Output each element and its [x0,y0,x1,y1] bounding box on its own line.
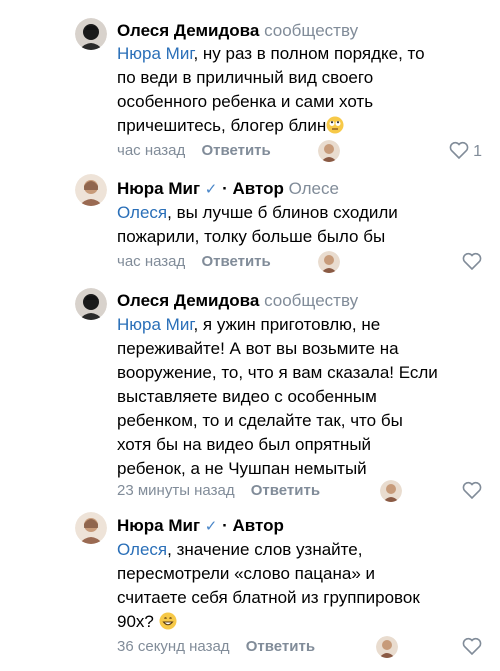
comment-text: Олеся, значение слов узнайте, пересмотре… [117,538,487,634]
grinning-face-icon [159,612,177,630]
mention-link[interactable]: Олеся [117,203,167,222]
avatar[interactable] [75,174,107,206]
author-name[interactable]: Олеся Демидова [117,291,259,310]
author-like-avatar [318,251,340,273]
like-count: 1 [473,143,482,160]
author-name[interactable]: Олеся Демидова [117,21,259,40]
like-button[interactable]: 1 [449,141,482,162]
comment-text: Нюра Миг, ну раз в полном порядке, то по… [117,42,487,138]
like-button[interactable] [462,637,482,658]
like-button[interactable] [462,252,482,273]
author-like-avatar [376,636,398,658]
reply-button[interactable]: Ответить [201,142,270,159]
author-name[interactable]: Нюра Миг [117,179,200,198]
avatar[interactable] [75,512,107,544]
comment-text: Нюра Миг, я ужин приготовлю, не пережива… [117,313,487,481]
avatar[interactable] [75,288,107,320]
comment-meta: час назад Ответить [117,252,271,272]
timestamp: час назад [117,142,186,159]
verified-icon: ✓ [204,518,218,535]
reply-button[interactable]: Ответить [251,482,320,499]
comment-body: , я ужин приготовлю, не переживайте! А в… [117,315,438,478]
timestamp: 36 секунд назад [117,638,230,655]
author-like-avatar [380,480,402,502]
comment-text: Олеся, вы лучше б блинов сходили пожарил… [117,201,487,249]
timestamp: час назад [117,253,186,270]
author-tag: · Автор [222,516,284,535]
author-tag: · Автор [222,179,284,198]
timestamp: 23 минуты назад [117,482,235,499]
heart-icon [449,141,468,160]
like-button[interactable] [462,481,482,502]
heart-icon [462,637,482,656]
mention-link[interactable]: Нюра Миг [117,315,193,334]
reply-target: сообществу [264,291,359,310]
heart-icon [462,481,482,500]
comment-header: Олеся Демидова сообществу [117,20,358,42]
avatar[interactable] [75,18,107,50]
comment-meta: час назад Ответить [117,141,271,161]
heart-icon [462,252,482,271]
comment-meta: 36 секунд назад Ответить [117,637,315,657]
author-like-avatar [318,140,340,162]
verified-icon: ✓ [204,181,218,198]
reply-target: сообществу [264,21,359,40]
comment-header: Нюра Миг ✓ · Автор [117,515,284,538]
face-with-rolling-eyes-icon [326,116,344,134]
reply-button[interactable]: Ответить [246,638,315,655]
author-name[interactable]: Нюра Миг [117,516,200,535]
comment-meta: 23 минуты назад Ответить [117,481,320,501]
mention-link[interactable]: Нюра Миг [117,44,193,63]
mention-link[interactable]: Олеся [117,540,167,559]
comment-header: Олеся Демидова сообществу [117,290,358,312]
comment-header: Нюра Миг ✓ · Автор Олесе [117,178,339,201]
reply-target: Олесе [288,179,339,198]
reply-button[interactable]: Ответить [201,253,270,270]
